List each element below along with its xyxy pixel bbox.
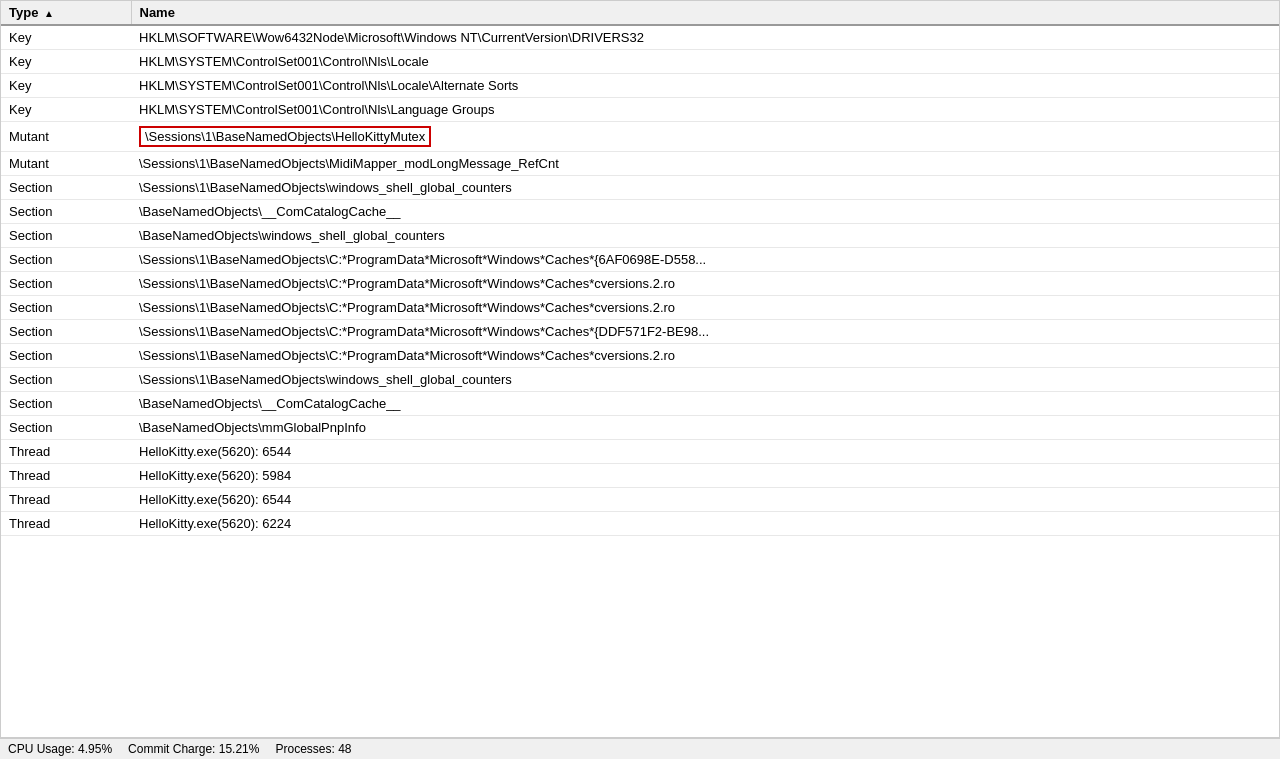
table-row[interactable]: Section\BaseNamedObjects\__ComCatalogCac… xyxy=(1,392,1279,416)
table-row[interactable]: Section\Sessions\1\BaseNamedObjects\C:*P… xyxy=(1,344,1279,368)
type-cell: Key xyxy=(1,50,131,74)
table-row[interactable]: Mutant \Sessions\1\BaseNamedObjects\Hello… xyxy=(1,122,1279,152)
type-cell: Section xyxy=(1,248,131,272)
name-cell: \Sessions\1\BaseNamedObjects\C:*ProgramD… xyxy=(131,272,1279,296)
type-cell: Thread xyxy=(1,488,131,512)
type-cell: Section xyxy=(1,200,131,224)
highlighted-name: \Sessions\1\BaseNamedObjects\HelloKittyM… xyxy=(139,126,431,147)
table-row[interactable]: Mutant\Sessions\1\BaseNamedObjects\MidiM… xyxy=(1,152,1279,176)
table-row[interactable]: Section\Sessions\1\BaseNamedObjects\C:*P… xyxy=(1,320,1279,344)
table-row[interactable]: Section\BaseNamedObjects\windows_shell_g… xyxy=(1,224,1279,248)
name-cell: HelloKitty.exe(5620): 6224 xyxy=(131,512,1279,536)
name-cell: \Sessions\1\BaseNamedObjects\C:*ProgramD… xyxy=(131,344,1279,368)
type-cell: Key xyxy=(1,74,131,98)
table-body: KeyHKLM\SOFTWARE\Wow6432Node\Microsoft\W… xyxy=(1,25,1279,536)
type-column-header[interactable]: Type ▲ xyxy=(1,1,131,25)
type-cell: Mutant xyxy=(1,152,131,176)
cpu-value-text: 4.95% xyxy=(78,742,112,756)
name-cell: HKLM\SOFTWARE\Wow6432Node\Microsoft\Wind… xyxy=(131,25,1279,50)
table-header-row: Type ▲ Name xyxy=(1,1,1279,25)
name-cell: \Sessions\1\BaseNamedObjects\MidiMapper_… xyxy=(131,152,1279,176)
type-cell: Section xyxy=(1,224,131,248)
commit-label-text: Commit Charge: xyxy=(128,742,219,756)
type-column-label: Type xyxy=(9,5,38,20)
table-row[interactable]: KeyHKLM\SYSTEM\ControlSet001\Control\Nls… xyxy=(1,74,1279,98)
name-column-label: Name xyxy=(140,5,175,20)
name-cell: \Sessions\1\BaseNamedObjects\windows_she… xyxy=(131,176,1279,200)
processes-label-text: Processes: xyxy=(275,742,338,756)
handles-table: Type ▲ Name KeyHKLM\SOFTWARE\Wow6432Node… xyxy=(1,1,1279,536)
name-cell: \Sessions\1\BaseNamedObjects\C:*ProgramD… xyxy=(131,248,1279,272)
table-row[interactable]: Section\BaseNamedObjects\mmGlobalPnpInfo xyxy=(1,416,1279,440)
name-cell: \Sessions\1\BaseNamedObjects\windows_she… xyxy=(131,368,1279,392)
table-row[interactable]: KeyHKLM\SYSTEM\ControlSet001\Control\Nls… xyxy=(1,50,1279,74)
name-cell: HelloKitty.exe(5620): 5984 xyxy=(131,464,1279,488)
name-cell: HKLM\SYSTEM\ControlSet001\Control\Nls\Lo… xyxy=(131,74,1279,98)
type-cell: Thread xyxy=(1,512,131,536)
cpu-usage-label: CPU Usage: 4.95% xyxy=(8,742,128,756)
type-cell: Thread xyxy=(1,440,131,464)
name-cell: HelloKitty.exe(5620): 6544 xyxy=(131,488,1279,512)
type-cell: Section xyxy=(1,320,131,344)
commit-value-text: 15.21% xyxy=(219,742,260,756)
table-row[interactable]: KeyHKLM\SOFTWARE\Wow6432Node\Microsoft\W… xyxy=(1,25,1279,50)
main-table-container: Type ▲ Name KeyHKLM\SOFTWARE\Wow6432Node… xyxy=(0,0,1280,738)
table-row[interactable]: Section\Sessions\1\BaseNamedObjects\C:*P… xyxy=(1,248,1279,272)
table-row[interactable]: Section\Sessions\1\BaseNamedObjects\C:*P… xyxy=(1,296,1279,320)
type-cell: Section xyxy=(1,344,131,368)
type-cell: Key xyxy=(1,25,131,50)
name-column-header[interactable]: Name xyxy=(131,1,1279,25)
type-cell: Section xyxy=(1,368,131,392)
type-cell: Section xyxy=(1,296,131,320)
name-cell: HKLM\SYSTEM\ControlSet001\Control\Nls\Lo… xyxy=(131,50,1279,74)
name-cell: \Sessions\1\BaseNamedObjects\C:*ProgramD… xyxy=(131,296,1279,320)
type-cell: Section xyxy=(1,392,131,416)
table-row[interactable]: KeyHKLM\SYSTEM\ControlSet001\Control\Nls… xyxy=(1,98,1279,122)
table-row[interactable]: Section\Sessions\1\BaseNamedObjects\wind… xyxy=(1,176,1279,200)
type-cell: Section xyxy=(1,176,131,200)
table-row[interactable]: ThreadHelloKitty.exe(5620): 6224 xyxy=(1,512,1279,536)
name-cell: \Sessions\1\BaseNamedObjects\C:*ProgramD… xyxy=(131,320,1279,344)
processes-value-text: 48 xyxy=(338,742,351,756)
table-row[interactable]: ThreadHelloKitty.exe(5620): 5984 xyxy=(1,464,1279,488)
sort-indicator: ▲ xyxy=(44,8,54,19)
type-cell: Key xyxy=(1,98,131,122)
name-cell: \BaseNamedObjects\__ComCatalogCache__ xyxy=(131,200,1279,224)
name-cell: HelloKitty.exe(5620): 6544 xyxy=(131,440,1279,464)
commit-charge-label: Commit Charge: 15.21% xyxy=(128,742,275,756)
type-cell: Section xyxy=(1,272,131,296)
name-cell: HKLM\SYSTEM\ControlSet001\Control\Nls\La… xyxy=(131,98,1279,122)
table-row[interactable]: ThreadHelloKitty.exe(5620): 6544 xyxy=(1,440,1279,464)
name-cell: \BaseNamedObjects\__ComCatalogCache__ xyxy=(131,392,1279,416)
type-cell: Mutant xyxy=(1,122,131,152)
table-row[interactable]: Section\Sessions\1\BaseNamedObjects\wind… xyxy=(1,368,1279,392)
processes-label: Processes: 48 xyxy=(275,742,367,756)
name-cell: \Sessions\1\BaseNamedObjects\HelloKittyM… xyxy=(131,122,1279,152)
name-cell: \BaseNamedObjects\windows_shell_global_c… xyxy=(131,224,1279,248)
table-row[interactable]: Section\Sessions\1\BaseNamedObjects\C:*P… xyxy=(1,272,1279,296)
table-row[interactable]: Section\BaseNamedObjects\__ComCatalogCac… xyxy=(1,200,1279,224)
status-bar: CPU Usage: 4.95% Commit Charge: 15.21% P… xyxy=(0,738,1280,759)
cpu-label-text: CPU Usage: xyxy=(8,742,78,756)
type-cell: Section xyxy=(1,416,131,440)
name-cell: \BaseNamedObjects\mmGlobalPnpInfo xyxy=(131,416,1279,440)
type-cell: Thread xyxy=(1,464,131,488)
table-row[interactable]: ThreadHelloKitty.exe(5620): 6544 xyxy=(1,488,1279,512)
